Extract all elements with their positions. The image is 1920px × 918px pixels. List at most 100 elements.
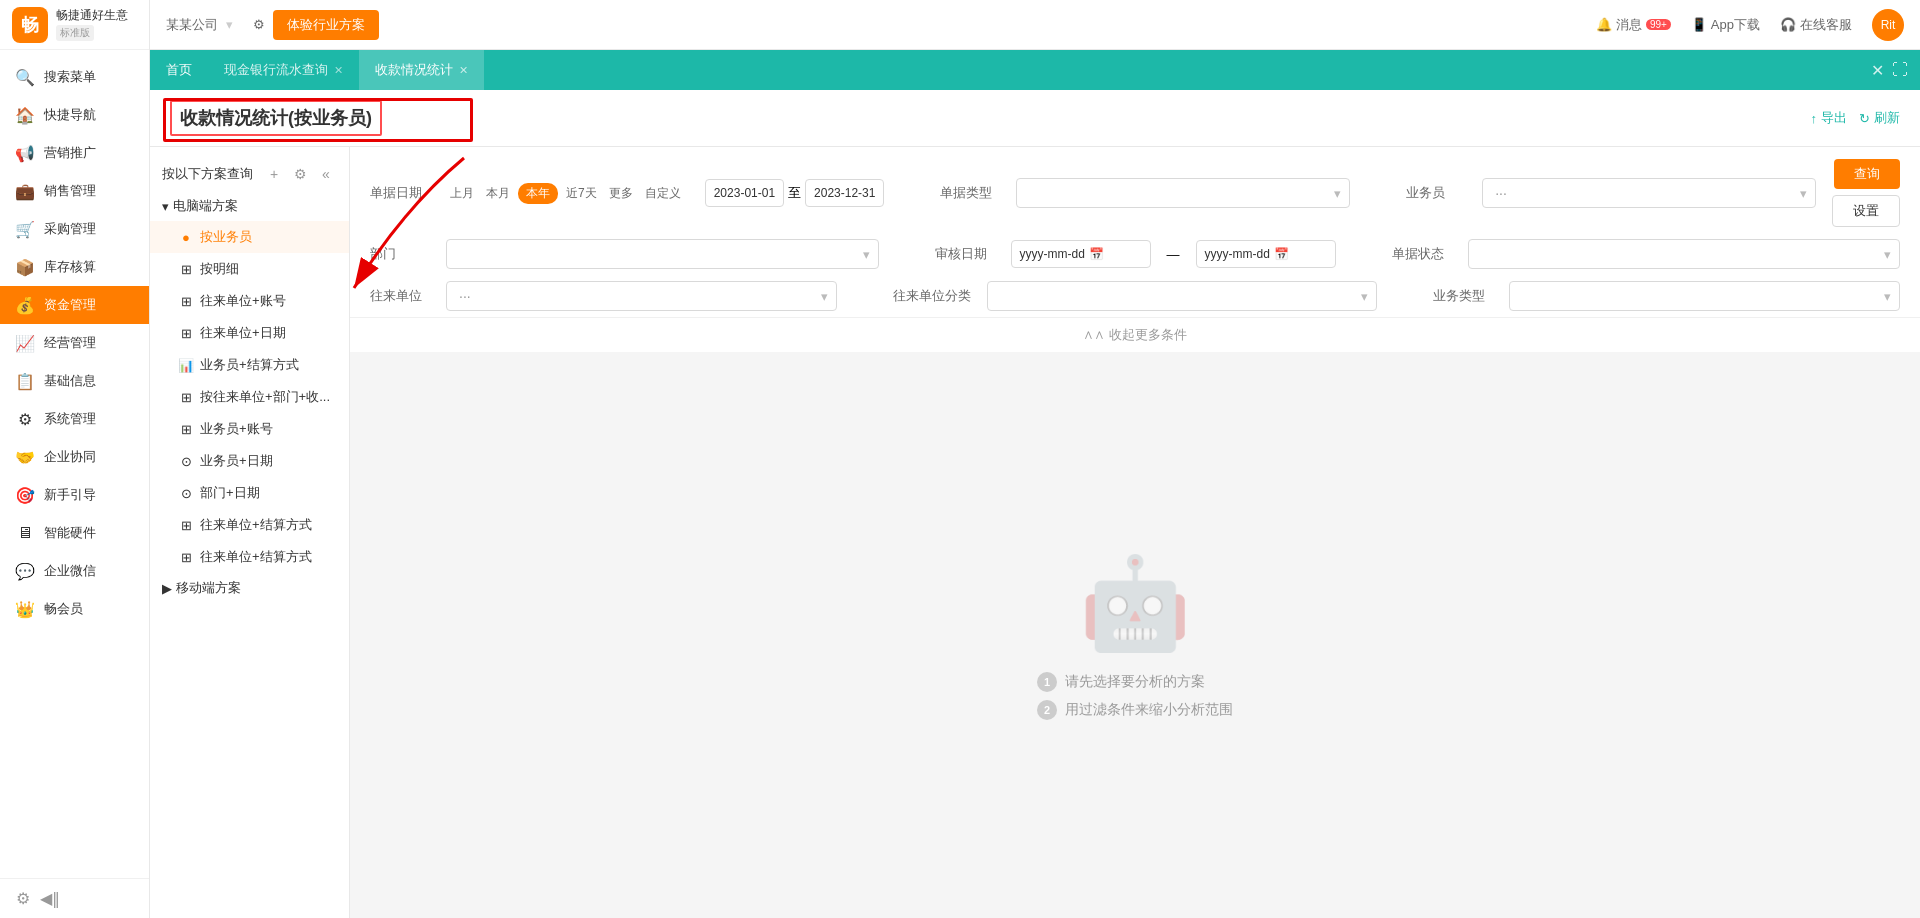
- sidebar-item-finance[interactable]: 💰 资金管理: [0, 286, 149, 324]
- date-end-input[interactable]: 2023-12-31: [805, 179, 884, 207]
- scheme-item-partner-settle1-label: 往来单位+结算方式: [200, 516, 312, 534]
- scheme-item-partner-settle2[interactable]: ⊞ 往来单位+结算方式: [150, 541, 349, 573]
- scheme-panel: 按以下方案查询 + ⚙ « ▾ 电脑端方案 ● 按业务员 ⊞: [150, 147, 350, 918]
- query-button[interactable]: 查询: [1834, 159, 1900, 189]
- sidebar-item-system[interactable]: ⚙ 系统管理: [0, 400, 149, 438]
- scheme-item-staff-account[interactable]: ⊞ 业务员+账号: [150, 413, 349, 445]
- sidebar-item-marketing[interactable]: 📢 营销推广: [0, 134, 149, 172]
- dept-arrow-icon: ▾: [863, 247, 870, 262]
- sidebar-item-label-wechat: 企业微信: [44, 562, 96, 580]
- sidebar-item-label-member: 畅会员: [44, 600, 83, 618]
- company-name: 某某公司: [166, 16, 218, 34]
- logo-text: 畅捷通好生意: [56, 8, 128, 24]
- close-tab-icon[interactable]: ✕: [1871, 61, 1884, 80]
- date-custom[interactable]: 自定义: [641, 183, 685, 204]
- scheme-item-partner-date[interactable]: ⊞ 往来单位+日期: [150, 317, 349, 349]
- scheme-item-detail[interactable]: ⊞ 按明细: [150, 253, 349, 285]
- partner-more-icon[interactable]: ···: [455, 288, 475, 304]
- breadcrumb-chevron-icon[interactable]: ▾: [226, 17, 233, 32]
- scheme-group-mobile-header[interactable]: ▶ 移动端方案: [150, 573, 349, 603]
- tab-home[interactable]: 首页: [150, 50, 208, 90]
- empty-robot-icon: 🤖: [1079, 551, 1191, 656]
- scheme-item-partner-settle2-label: 往来单位+结算方式: [200, 548, 312, 566]
- review-start-input[interactable]: yyyy-mm-dd 📅: [1011, 240, 1151, 268]
- biz-type-select[interactable]: ▾: [1509, 281, 1900, 311]
- calendar-end-icon[interactable]: 📅: [1274, 247, 1289, 261]
- enterprise-icon: 🤝: [16, 448, 34, 466]
- sidebar-footer: ⚙ ◀‖: [0, 878, 149, 918]
- topbar: 某某公司 ▾ ⚙ 体验行业方案 🔔 消息 99+ 📱 App下载 🎧 在线客服 …: [150, 0, 1920, 50]
- chevron-down-icon: ▾: [162, 199, 169, 214]
- scheme-settings-button[interactable]: ⚙: [289, 163, 311, 185]
- user-avatar[interactable]: Rit: [1872, 9, 1904, 41]
- scheme-item-staff-date-label: 业务员+日期: [200, 452, 273, 470]
- scheme-collapse-button[interactable]: «: [315, 163, 337, 185]
- sidebar-item-label-purchase: 采购管理: [44, 220, 96, 238]
- sidebar-item-basic[interactable]: 📋 基础信息: [0, 362, 149, 400]
- calendar-icon[interactable]: 📅: [1089, 247, 1104, 261]
- download-icon: 📱: [1691, 17, 1707, 32]
- sidebar-item-label-sales: 销售管理: [44, 182, 96, 200]
- export-button[interactable]: ↑ 导出: [1811, 109, 1848, 127]
- sidebar-item-hardware[interactable]: 🖥 智能硬件: [0, 514, 149, 552]
- app-download-button[interactable]: 📱 App下载: [1691, 16, 1760, 34]
- sidebar-item-purchase[interactable]: 🛒 采购管理: [0, 210, 149, 248]
- doc-status-select[interactable]: ▾: [1468, 239, 1901, 269]
- settings-footer-icon[interactable]: ⚙: [16, 889, 30, 908]
- scheme-item-partner-account[interactable]: ⊞ 往来单位+账号: [150, 285, 349, 317]
- topbar-right: 🔔 消息 99+ 📱 App下载 🎧 在线客服 Rit: [1596, 9, 1904, 41]
- sidebar-item-wechat[interactable]: 💬 企业微信: [0, 552, 149, 590]
- scheme-item-partner-settle1[interactable]: ⊞ 往来单位+结算方式: [150, 509, 349, 541]
- collapse-label: 收起更多条件: [1109, 327, 1187, 342]
- tab-collection-stats[interactable]: 收款情况统计 ✕: [359, 50, 484, 90]
- scheme-item-staff-date[interactable]: ⊙ 业务员+日期: [150, 445, 349, 477]
- sidebar-item-sales[interactable]: 💼 销售管理: [0, 172, 149, 210]
- staff-more-icon[interactable]: ···: [1491, 185, 1511, 201]
- date-last-month[interactable]: 上月: [446, 183, 478, 204]
- sidebar-item-guide[interactable]: 🎯 新手引导: [0, 476, 149, 514]
- dept-select[interactable]: ▾: [446, 239, 879, 269]
- doc-type-select[interactable]: ▾: [1016, 178, 1350, 208]
- scheme-group-desktop-header[interactable]: ▾ 电脑端方案: [150, 191, 349, 221]
- date-this-year[interactable]: 本年: [518, 183, 558, 204]
- online-service-button[interactable]: 🎧 在线客服: [1780, 16, 1852, 34]
- scheme-group-desktop-label: 电脑端方案: [173, 197, 238, 215]
- chevron-right-icon: ▶: [162, 581, 172, 596]
- date-start-input[interactable]: 2023-01-01: [705, 179, 784, 207]
- scheme-add-button[interactable]: +: [263, 163, 285, 185]
- date-this-month[interactable]: 本月: [482, 183, 514, 204]
- messages-button[interactable]: 🔔 消息 99+: [1596, 16, 1671, 34]
- maximize-tab-icon[interactable]: ⛶: [1892, 61, 1908, 79]
- staff-label: 业务员: [1406, 184, 1466, 202]
- sidebar-item-search[interactable]: 🔍 搜索菜单: [0, 58, 149, 96]
- sidebar-item-inventory[interactable]: 📦 库存核算: [0, 248, 149, 286]
- scheme-item-staff-settle[interactable]: 📊 业务员+结算方式: [150, 349, 349, 381]
- date-7days[interactable]: 近7天: [562, 183, 601, 204]
- review-end-input[interactable]: yyyy-mm-dd 📅: [1196, 240, 1336, 268]
- sidebar-item-enterprise[interactable]: 🤝 企业协同: [0, 438, 149, 476]
- tab-collection-stats-close[interactable]: ✕: [459, 64, 468, 77]
- staff-select[interactable]: ··· ▾: [1482, 178, 1816, 208]
- review-start-placeholder: yyyy-mm-dd: [1020, 247, 1085, 261]
- partner-cat-arrow-icon: ▾: [1361, 289, 1368, 304]
- scheme-item-dept-date[interactable]: ⊙ 部门+日期: [150, 477, 349, 509]
- collapse-sidebar-icon[interactable]: ◀‖: [40, 889, 60, 908]
- tab-bank-flow-close[interactable]: ✕: [334, 64, 343, 77]
- scheme-item-by-staff[interactable]: ● 按业务员: [150, 221, 349, 253]
- tab-bank-flow[interactable]: 现金银行流水查询 ✕: [208, 50, 359, 90]
- doc-status-arrow-icon: ▾: [1884, 247, 1891, 262]
- partner-category-select[interactable]: ▾: [987, 281, 1378, 311]
- sidebar-item-quick-nav[interactable]: 🏠 快捷导航: [0, 96, 149, 134]
- sidebar-item-operations[interactable]: 📈 经营管理: [0, 324, 149, 362]
- refresh-button[interactable]: ↻ 刷新: [1859, 109, 1900, 127]
- scheme-item-partner-dept[interactable]: ⊞ 按往来单位+部门+收...: [150, 381, 349, 413]
- settings-button[interactable]: 设置: [1832, 195, 1900, 227]
- sidebar-item-member[interactable]: 👑 畅会员: [0, 590, 149, 628]
- partner-dept-icon: ⊞: [178, 389, 194, 405]
- trial-button[interactable]: 体验行业方案: [273, 10, 379, 40]
- topbar-settings-icon[interactable]: ⚙: [253, 17, 265, 32]
- partner-select[interactable]: ··· ▾: [446, 281, 837, 311]
- collapse-bar[interactable]: ∧∧ 收起更多条件: [350, 317, 1920, 352]
- date-more[interactable]: 更多: [605, 183, 637, 204]
- review-end-placeholder: yyyy-mm-dd: [1205, 247, 1270, 261]
